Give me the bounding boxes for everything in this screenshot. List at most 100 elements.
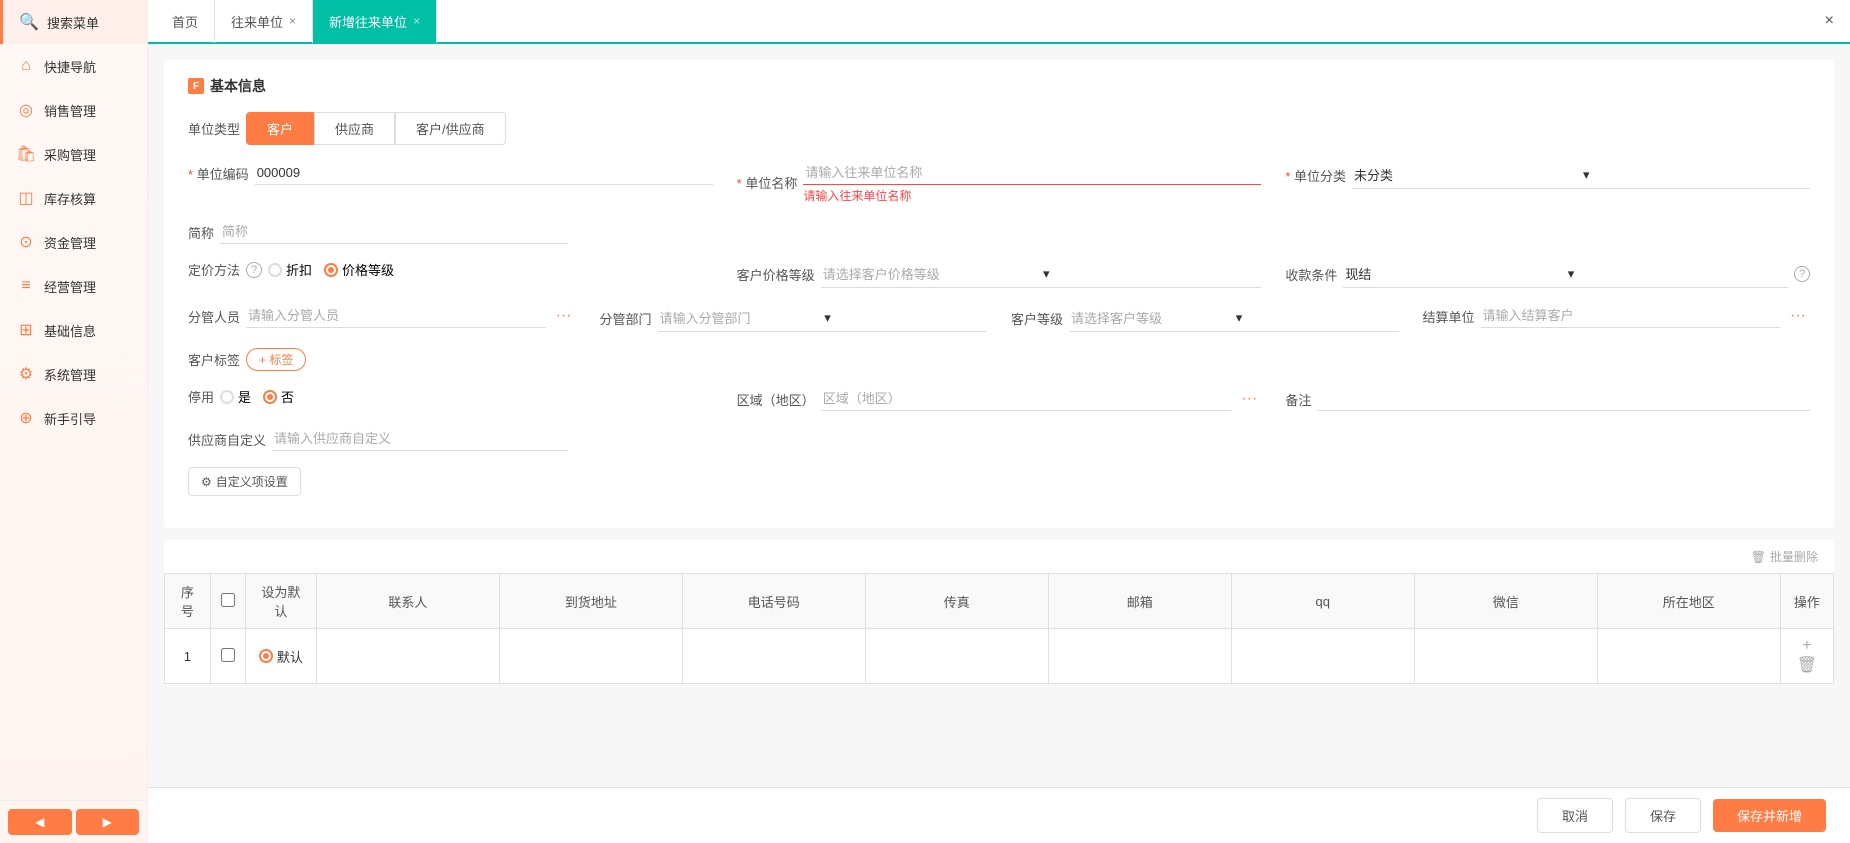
customer-price-level-select[interactable]: 请选择客户价格等级 ▾ xyxy=(821,260,1262,288)
sidebar-item-inventory[interactable]: ◫ 库存核算 xyxy=(0,176,147,220)
customer-price-level-chevron: ▾ xyxy=(1043,266,1259,282)
unit-type-customer-btn[interactable]: 客户 xyxy=(246,112,314,145)
row-email[interactable] xyxy=(1048,629,1231,684)
col-email: 邮箱 xyxy=(1048,574,1231,629)
unit-type-supplier-btn[interactable]: 供应商 xyxy=(314,112,395,145)
table-toolbar: 🗑 批量删除 xyxy=(164,540,1834,573)
row-wechat-input[interactable] xyxy=(1425,649,1587,664)
unit-category-chevron: ▾ xyxy=(1583,167,1808,183)
disabled-row: 停用 是 否 区 xyxy=(188,387,1810,411)
sidebar-collapse-btn[interactable]: ◀ xyxy=(8,809,72,835)
payment-terms-select[interactable]: 现结 ▾ xyxy=(1343,260,1788,288)
footer: 取消 保存 保存并新增 xyxy=(148,787,1850,843)
select-all-checkbox[interactable] xyxy=(221,593,235,607)
row-qq[interactable] xyxy=(1231,629,1414,684)
unit-type-label: 单位类型 xyxy=(188,119,240,138)
system-icon: ⚙ xyxy=(16,364,36,384)
row-checkbox[interactable] xyxy=(221,648,235,662)
pricing-level-dot xyxy=(328,267,334,273)
sidebar-item-search[interactable]: 🔍 搜索菜单 xyxy=(0,0,147,44)
tab-counterparty[interactable]: 往来单位 × xyxy=(215,0,313,43)
sidebar-item-label: 基础信息 xyxy=(44,321,96,340)
row-email-input[interactable] xyxy=(1059,649,1221,664)
manager-input[interactable] xyxy=(246,304,546,328)
manager-field: 分管人员 ··· xyxy=(188,304,576,328)
sidebar-item-basic[interactable]: ⊞ 基础信息 xyxy=(0,308,147,352)
pricing-level-option[interactable]: 价格等级 xyxy=(324,260,394,279)
region-input[interactable] xyxy=(821,387,1232,411)
customer-level-select[interactable]: 请选择客户等级 ▾ xyxy=(1069,304,1398,332)
row-contact[interactable] xyxy=(316,629,499,684)
row-address[interactable] xyxy=(499,629,682,684)
row-address-input[interactable] xyxy=(510,649,672,664)
unit-category-select[interactable]: 未分类 ▾ xyxy=(1352,161,1810,189)
row-region-input[interactable] xyxy=(1608,649,1770,664)
disabled-yes-label: 是 xyxy=(238,387,251,406)
tab-counterparty-close[interactable]: × xyxy=(289,15,296,27)
unit-code-input[interactable] xyxy=(255,161,713,185)
add-tag-btn[interactable]: + 标签 xyxy=(246,348,306,371)
settlement-field: 结算单位 ··· xyxy=(1423,304,1811,328)
row-fax[interactable] xyxy=(865,629,1048,684)
sidebar-item-guide[interactable]: ⊕ 新手引导 xyxy=(0,396,147,440)
sidebar-item-sales[interactable]: ◎ 销售管理 xyxy=(0,88,147,132)
cancel-button[interactable]: 取消 xyxy=(1537,798,1613,833)
row-fax-input[interactable] xyxy=(876,649,1038,664)
remark-input[interactable] xyxy=(1317,387,1810,411)
sidebar-item-operation[interactable]: ≡ 经营管理 xyxy=(0,264,147,308)
row-phone-input[interactable] xyxy=(693,649,855,664)
unit-type-both-btn[interactable]: 客户/供应商 xyxy=(395,112,506,145)
pricing-discount-option[interactable]: 折扣 xyxy=(268,260,312,279)
row-default-radio[interactable]: 默认 xyxy=(256,647,306,666)
row-del-btn[interactable]: 🗑 xyxy=(1797,655,1817,675)
sidebar-item-system[interactable]: ⚙ 系统管理 xyxy=(0,352,147,396)
row-wechat[interactable] xyxy=(1414,629,1597,684)
settlement-input[interactable] xyxy=(1481,304,1781,328)
disabled-radio-group: 是 否 xyxy=(220,387,294,406)
disabled-no-option[interactable]: 否 xyxy=(263,387,294,406)
tab-home[interactable]: 首页 xyxy=(156,0,215,43)
pricing-help-icon[interactable]: ? xyxy=(246,262,262,278)
unit-code-field: 单位编码 xyxy=(188,161,713,185)
basic-info-card: F 基本信息 单位类型 客户 供应商 客户/供应商 单位编码 xyxy=(164,60,1834,528)
sidebar-item-label: 系统管理 xyxy=(44,365,96,384)
sidebar-item-finance[interactable]: ⊙ 资金管理 xyxy=(0,220,147,264)
department-select[interactable]: 请输入分管部门 ▾ xyxy=(658,304,987,332)
supplier-custom-field: 供应商自定义 xyxy=(188,427,568,451)
tags-field: 客户标签 + 标签 xyxy=(188,348,1810,371)
table-header-row: 序号 设为默认 联系人 到货地址 电话号码 传真 邮箱 qq 微信 所在地区 操… xyxy=(165,574,1834,629)
save-button[interactable]: 保存 xyxy=(1625,798,1701,833)
col-default: 设为默认 xyxy=(245,574,316,629)
supplier-custom-input[interactable] xyxy=(272,427,568,451)
row-contact-input[interactable] xyxy=(327,649,489,664)
row-add-btn[interactable]: + xyxy=(1802,637,1811,655)
region-more-btn[interactable]: ··· xyxy=(1237,390,1261,408)
tabs-close-all-btn[interactable]: × xyxy=(1817,8,1842,34)
disabled-yes-option[interactable]: 是 xyxy=(220,387,251,406)
sidebar-item-purchase[interactable]: 🛍 采购管理 xyxy=(0,132,147,176)
short-name-input[interactable] xyxy=(220,220,568,244)
payment-terms-label: 收款条件 xyxy=(1285,265,1337,284)
contact-table: 序号 设为默认 联系人 到货地址 电话号码 传真 邮箱 qq 微信 所在地区 操… xyxy=(164,573,1834,684)
sidebar-expand-btn[interactable]: ▶ xyxy=(76,809,140,835)
unit-category-value: 未分类 xyxy=(1354,165,1579,184)
payment-help-icon[interactable]: ? xyxy=(1794,266,1810,282)
settlement-more-btn[interactable]: ··· xyxy=(1786,307,1810,325)
save-new-button[interactable]: 保存并新增 xyxy=(1713,799,1826,832)
tab-new-counterparty-close[interactable]: × xyxy=(413,15,420,27)
row-seq: 1 xyxy=(165,629,211,684)
custom-settings-btn[interactable]: ⚙ 自定义项设置 xyxy=(188,467,301,496)
batch-delete-label: 批量删除 xyxy=(1770,548,1818,565)
supplier-custom-label: 供应商自定义 xyxy=(188,430,266,449)
row-region[interactable] xyxy=(1597,629,1780,684)
row-qq-input[interactable] xyxy=(1242,649,1404,664)
sidebar-item-quicknav[interactable]: ⌂ 快捷导航 xyxy=(0,44,147,88)
tab-new-counterparty[interactable]: 新增往来单位 × xyxy=(313,0,437,43)
batch-delete-btn[interactable]: 🗑 批量删除 xyxy=(1751,548,1818,565)
tags-row: 客户标签 + 标签 xyxy=(188,348,1810,371)
disabled-no-dot xyxy=(267,394,273,400)
manager-more-btn[interactable]: ··· xyxy=(552,307,576,325)
manager-row: 分管人员 ··· 分管部门 请输入分管部门 ▾ 客户等级 请选择客户等级 ▾ xyxy=(188,304,1810,332)
row-phone[interactable] xyxy=(682,629,865,684)
unit-name-input[interactable] xyxy=(803,161,1261,185)
